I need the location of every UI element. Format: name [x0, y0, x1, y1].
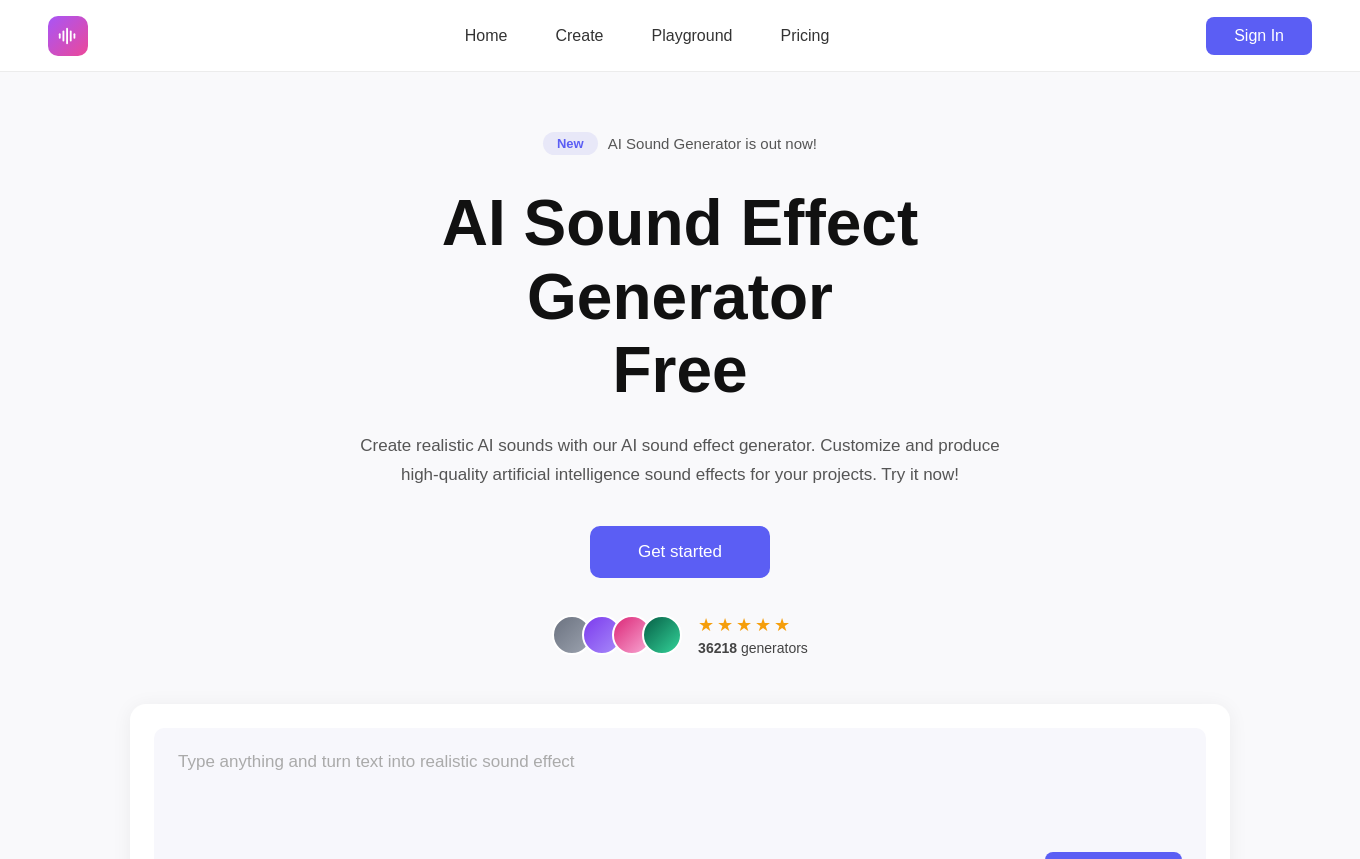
- main-nav: Home Create Playground Pricing: [465, 27, 830, 45]
- logo[interactable]: [48, 16, 88, 56]
- svg-rect-4: [74, 33, 76, 39]
- social-proof: ★ ★ ★ ★ ★ 36218 generators: [552, 614, 808, 656]
- hero-title: AI Sound Effect Generator Free: [280, 187, 1080, 408]
- user-avatars: [552, 615, 682, 655]
- nav-pricing[interactable]: Pricing: [780, 27, 829, 45]
- hero-subtitle: Create realistic AI sounds with our AI s…: [340, 432, 1020, 490]
- generator-card: Type anything and turn text into realist…: [130, 704, 1230, 859]
- generator-count: 36218 generators: [698, 640, 808, 656]
- text-input-area[interactable]: Type anything and turn text into realist…: [154, 728, 1206, 859]
- star-3: ★: [736, 614, 752, 636]
- svg-rect-0: [59, 33, 61, 39]
- svg-rect-3: [70, 30, 72, 41]
- nav-home[interactable]: Home: [465, 27, 508, 45]
- avatar: [642, 615, 682, 655]
- star-4: ★: [755, 614, 771, 636]
- nav-create[interactable]: Create: [555, 27, 603, 45]
- nav-playground[interactable]: Playground: [652, 27, 733, 45]
- logo-icon: [48, 16, 88, 56]
- get-started-button[interactable]: Get started: [590, 526, 770, 578]
- svg-rect-2: [66, 27, 68, 44]
- badge-text: AI Sound Generator is out now!: [608, 135, 817, 152]
- ratings: ★ ★ ★ ★ ★ 36218 generators: [698, 614, 808, 656]
- waveform-icon: [57, 25, 79, 47]
- generate-button[interactable]: GENERATE: [1045, 852, 1182, 859]
- star-2: ★: [717, 614, 733, 636]
- svg-rect-1: [63, 30, 65, 41]
- text-input-placeholder: Type anything and turn text into realist…: [178, 752, 1182, 772]
- star-rating: ★ ★ ★ ★ ★: [698, 614, 808, 636]
- star-1: ★: [698, 614, 714, 636]
- announcement-badge: New AI Sound Generator is out now!: [543, 132, 817, 155]
- star-5: ★: [774, 614, 790, 636]
- new-badge: New: [543, 132, 598, 155]
- sign-in-button[interactable]: Sign In: [1206, 17, 1312, 55]
